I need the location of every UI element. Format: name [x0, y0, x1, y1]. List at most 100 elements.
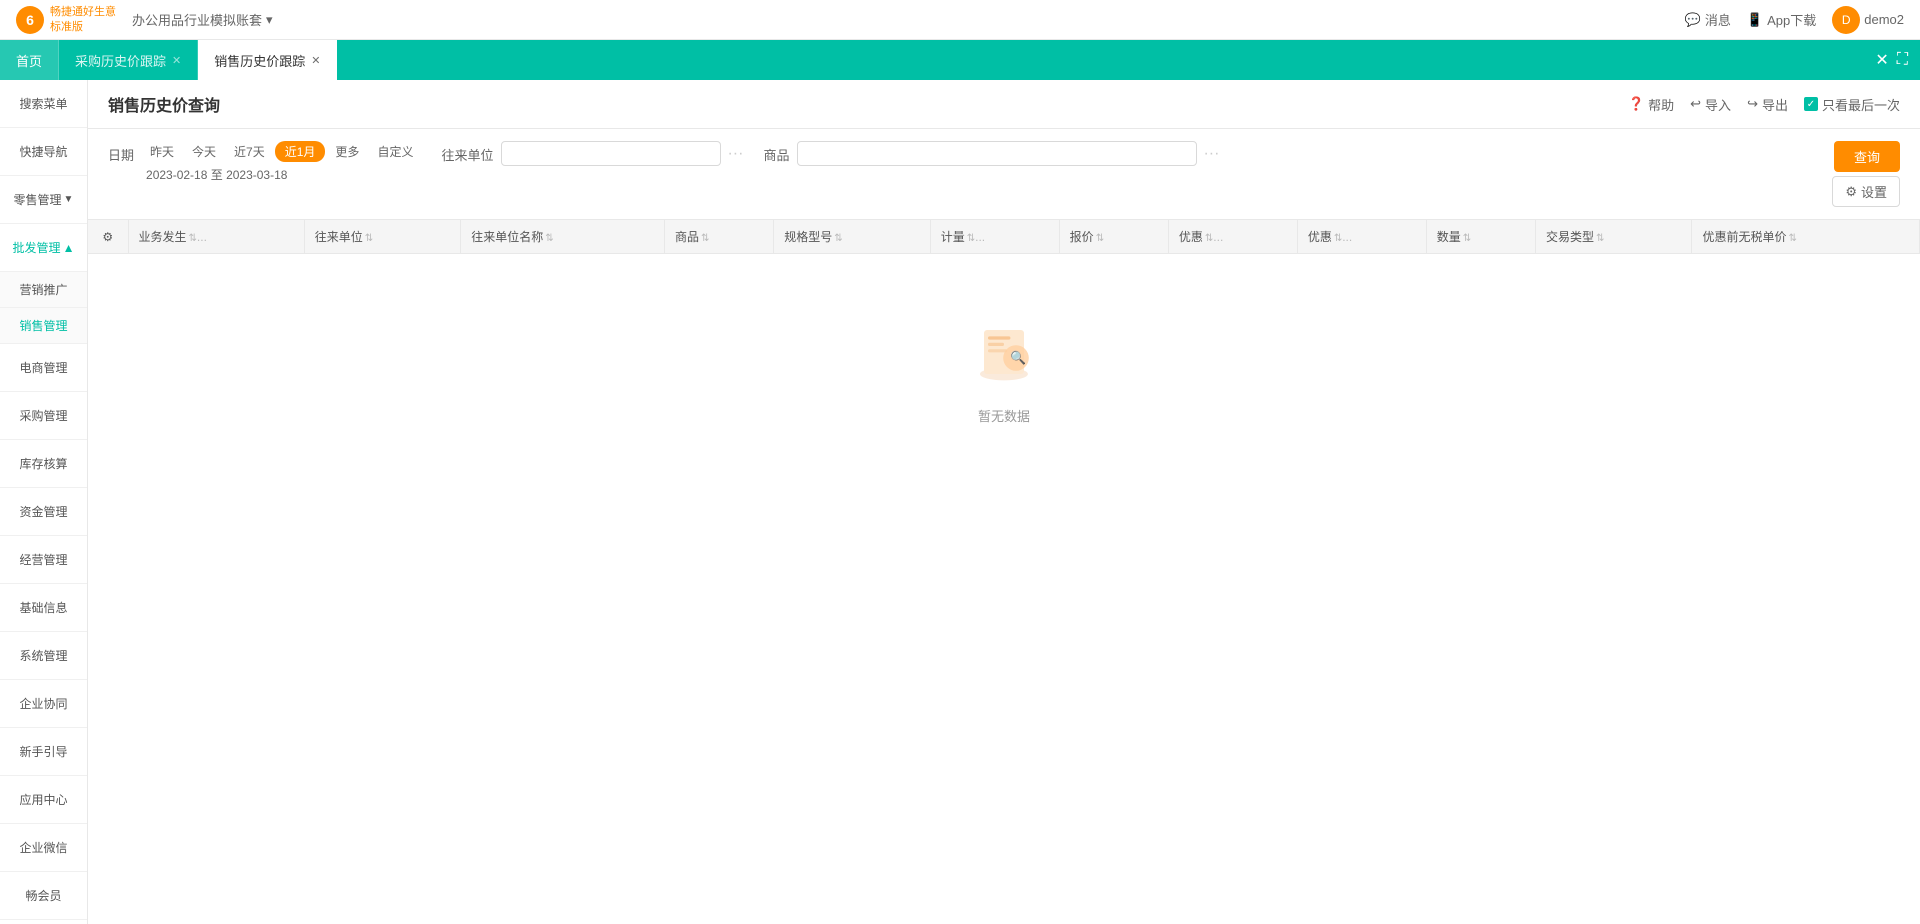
page-content: 销售历史价查询 ❓ 帮助 ↩ 导入 ↪ 导出 ✓ — [88, 80, 1920, 924]
settings-button[interactable]: ⚙ 设置 — [1832, 176, 1900, 207]
app-selector[interactable]: 办公用品行业模拟账套 ▾ — [124, 6, 281, 33]
sort-icon: ⇅ — [189, 233, 197, 244]
page-title: 销售历史价查询 — [108, 92, 220, 116]
sidebar-item-wholesale-mgmt[interactable]: 批发管理 ▲ — [0, 224, 87, 272]
table-col-trade-type[interactable]: 交易类型⇅ — [1535, 220, 1692, 254]
download-icon: 📱 — [1747, 12, 1763, 28]
tab-bar-actions: ✕ ⛶ — [1863, 40, 1920, 80]
checkbox-icon: ✓ — [1804, 97, 1818, 111]
sidebar-item-marketing-promo[interactable]: 营销推广 — [0, 272, 87, 308]
message-icon: 💬 — [1685, 12, 1701, 28]
close-tab-sales[interactable]: ✕ — [311, 54, 320, 67]
table-col-discount1[interactable]: 优惠⇅... — [1168, 220, 1297, 254]
date-tab-1month[interactable]: 近1月 — [275, 141, 326, 162]
import-icon: ↩ — [1690, 96, 1701, 112]
query-button[interactable]: 查询 — [1834, 141, 1900, 172]
close-all-tabs-button[interactable]: ✕ — [1875, 50, 1888, 70]
sort-icon: ⇅ — [834, 233, 842, 244]
sidebar-item-quick-nav[interactable]: 快捷导航 — [0, 128, 87, 176]
table-col-partner-code[interactable]: 往来单位⇅ — [304, 220, 461, 254]
top-header: 6 畅捷通好生意 标准版 办公用品行业模拟账套 ▾ 💬 消息 📱 App下载 D… — [0, 0, 1920, 40]
product-filter-label: 商品 — [763, 141, 789, 164]
sidebar-item-app-center[interactable]: 应用中心 — [0, 776, 87, 824]
only-last-checkbox[interactable]: ✓ 只看最后一次 — [1804, 95, 1900, 114]
import-button[interactable]: ↩ 导入 — [1690, 95, 1731, 114]
sidebar-item-enterprise-coop[interactable]: 企业协同 — [0, 680, 87, 728]
sidebar-item-system-mgmt[interactable]: 系统管理 — [0, 632, 87, 680]
date-tab-more[interactable]: 更多 — [327, 141, 367, 162]
maximize-button[interactable]: ⛶ — [1897, 51, 1908, 69]
sidebar-item-enterprise-wechat[interactable]: 企业微信 — [0, 824, 87, 872]
sort-icon: ⇅ — [701, 233, 709, 244]
sidebar-item-basic-info[interactable]: 基础信息 — [0, 584, 87, 632]
tab-sales-history[interactable]: 销售历史价跟踪 ✕ — [198, 40, 337, 80]
date-tab-7days[interactable]: 近7天 — [226, 141, 273, 162]
app-download-button[interactable]: 📱 App下载 — [1747, 10, 1816, 29]
tab-purchase-history[interactable]: 采购历史价跟踪 ✕ — [59, 40, 198, 80]
sidebar-item-ecommerce-mgmt[interactable]: 电商管理 — [0, 344, 87, 392]
sidebar-item-sales-mgmt[interactable]: 销售管理 — [0, 308, 87, 344]
help-button[interactable]: ❓ 帮助 — [1628, 95, 1674, 114]
sidebar-item-operations-mgmt[interactable]: 经营管理 — [0, 536, 87, 584]
partner-input-group: ··· — [501, 141, 743, 166]
user-menu[interactable]: D demo2 — [1832, 6, 1904, 34]
table-header-row: ⚙ 业务发生⇅... 往来单位⇅ 往来单位名称⇅ 商品⇅ — [88, 220, 1920, 254]
sidebar-item-member[interactable]: 畅会员 — [0, 872, 87, 920]
main-layout: 搜索菜单 快捷导航 零售管理 ▼ 批发管理 ▲ 营销推广 销售管理 电商管理 采… — [0, 80, 1920, 924]
sort-icon: ⇅ — [365, 233, 373, 244]
settings-icon: ⚙ — [1845, 184, 1857, 200]
partner-input[interactable] — [501, 141, 721, 166]
sort-icon: ⇅ — [1596, 233, 1604, 244]
sidebar-item-retail-mgmt[interactable]: 零售管理 ▼ — [0, 176, 87, 224]
tab-home[interactable]: 首页 — [0, 40, 59, 80]
table-col-discount2[interactable]: 优惠⇅... — [1297, 220, 1426, 254]
data-table: ⚙ 业务发生⇅... 往来单位⇅ 往来单位名称⇅ 商品⇅ — [88, 220, 1920, 254]
partner-more-icon[interactable]: ··· — [727, 145, 743, 163]
date-filter-content: 昨天 今天 近7天 近1月 更多 自定义 2023-02-18 至 2023-0… — [142, 141, 421, 183]
partner-filter-group: 往来单位 ··· — [441, 141, 743, 166]
chevron-down-icon: ▾ — [266, 12, 273, 28]
page-actions: ❓ 帮助 ↩ 导入 ↪ 导出 ✓ 只看最后一次 — [1628, 95, 1900, 114]
sidebar-item-new-guide[interactable]: 新手引导 — [0, 728, 87, 776]
table-col-gear[interactable]: ⚙ — [88, 220, 128, 254]
export-icon: ↪ — [1747, 96, 1758, 112]
sidebar-item-inventory-calc[interactable]: 库存核算 — [0, 440, 87, 488]
close-tab-purchase[interactable]: ✕ — [172, 54, 181, 67]
date-tab-yesterday[interactable]: 昨天 — [142, 141, 182, 162]
table-col-pretax-price[interactable]: 优惠前无税单价⇅ — [1692, 220, 1920, 254]
date-range-display: 2023-02-18 至 2023-03-18 — [146, 166, 421, 183]
avatar: D — [1832, 6, 1860, 34]
message-button[interactable]: 💬 消息 — [1685, 10, 1731, 29]
table-col-spec[interactable]: 规格型号⇅ — [774, 220, 931, 254]
date-filter-group: 日期 昨天 今天 近7天 近1月 更多 自定义 2023-02-18 至 202… — [108, 141, 421, 183]
table-col-product[interactable]: 商品⇅ — [665, 220, 774, 254]
product-input[interactable] — [797, 141, 1197, 166]
help-icon: ❓ — [1628, 96, 1644, 112]
product-more-icon[interactable]: ··· — [1203, 145, 1219, 163]
export-button[interactable]: ↪ 导出 — [1747, 95, 1788, 114]
header-left: 6 畅捷通好生意 标准版 办公用品行业模拟账套 ▾ — [16, 5, 281, 34]
sort-icon: ⇅ — [1334, 233, 1342, 244]
sort-icon: ⇅ — [545, 233, 553, 244]
table-col-quoted-price[interactable]: 报价⇅ — [1059, 220, 1168, 254]
sidebar-item-fund-mgmt[interactable]: 资金管理 — [0, 488, 87, 536]
date-filter-label: 日期 — [108, 141, 134, 164]
date-tabs: 昨天 今天 近7天 近1月 更多 自定义 — [142, 141, 421, 162]
product-input-group: ··· — [797, 141, 1219, 166]
sort-icon: ⇅ — [967, 233, 975, 244]
table-col-biz-date[interactable]: 业务发生⇅... — [128, 220, 304, 254]
sidebar-item-search-menu[interactable]: 搜索菜单 — [0, 80, 87, 128]
svg-text:🔍: 🔍 — [1010, 349, 1026, 365]
table-col-quantity[interactable]: 数量⇅ — [1426, 220, 1535, 254]
table-col-unit[interactable]: 计量⇅... — [930, 220, 1059, 254]
sort-icon: ⇅ — [1463, 233, 1471, 244]
date-tab-today[interactable]: 今天 — [184, 141, 224, 162]
logo-icon: 6 — [16, 6, 44, 34]
sidebar-item-purchase-mgmt[interactable]: 采购管理 — [0, 392, 87, 440]
page-header: 销售历史价查询 ❓ 帮助 ↩ 导入 ↪ 导出 ✓ — [88, 80, 1920, 129]
table-col-partner-name[interactable]: 往来单位名称⇅ — [461, 220, 665, 254]
logo-text: 畅捷通好生意 标准版 — [50, 5, 116, 34]
sort-icon: ⇅ — [1788, 233, 1796, 244]
date-tab-custom[interactable]: 自定义 — [369, 141, 421, 162]
filter-right-actions: 查询 ⚙ 设置 — [1832, 141, 1900, 207]
